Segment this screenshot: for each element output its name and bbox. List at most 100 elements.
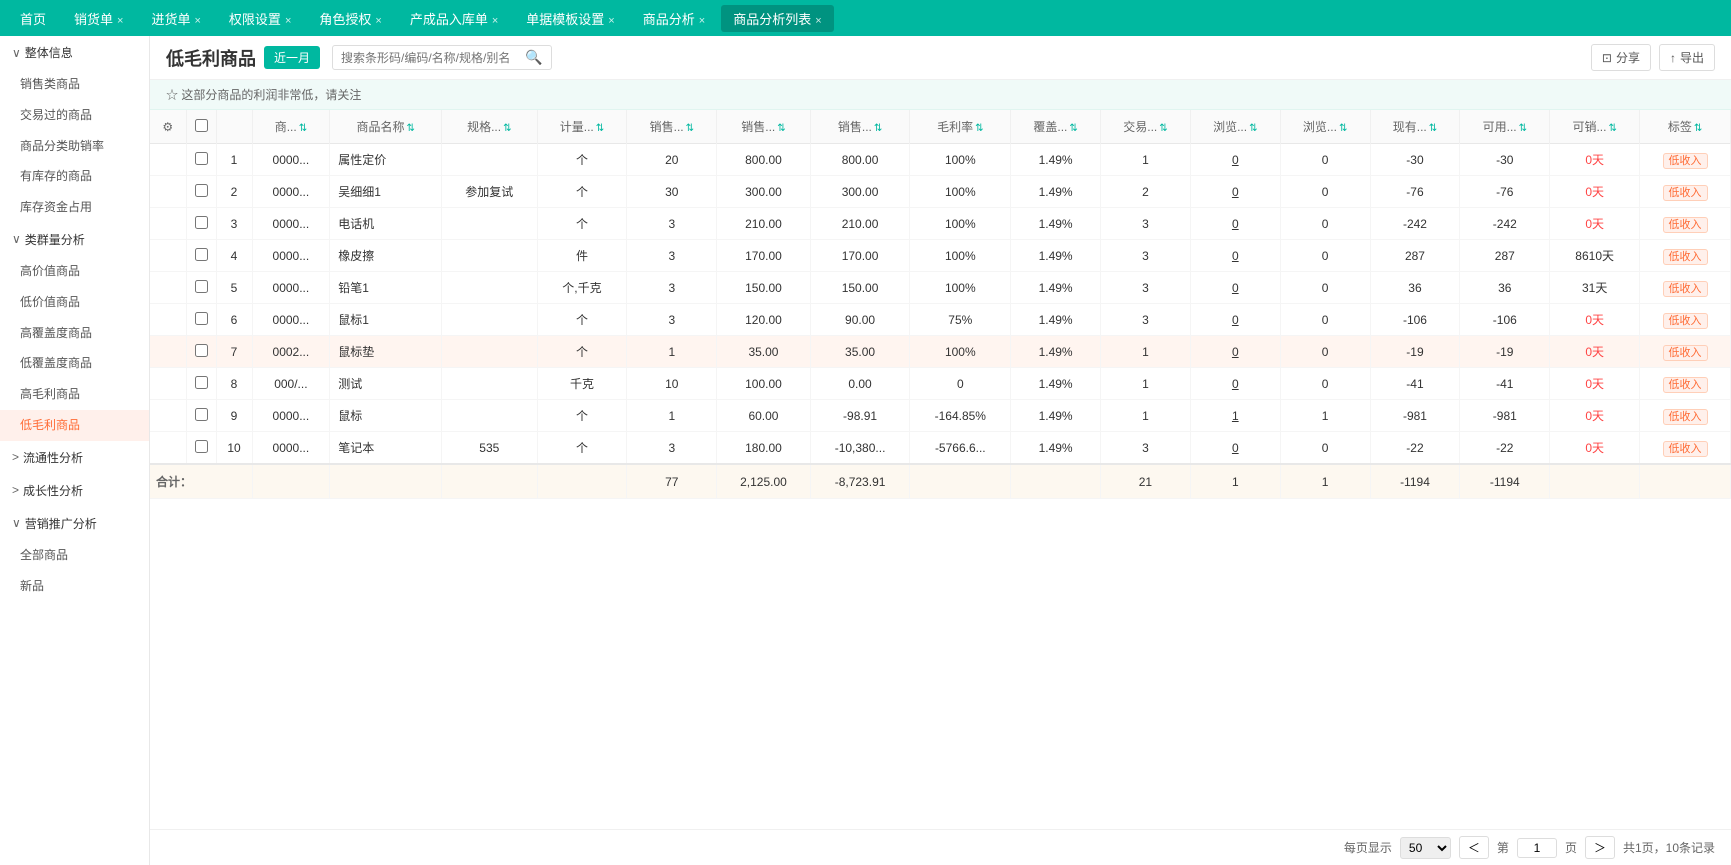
cell-checkbox[interactable]	[186, 336, 216, 368]
row-checkbox[interactable]	[195, 152, 208, 165]
cell-sales-amt: 210.00	[717, 208, 810, 240]
sidebar-item-high-coverage[interactable]: 高覆盖度商品	[0, 318, 149, 349]
sidebar-item-low-margin[interactable]: 低毛利商品	[0, 410, 149, 441]
sidebar-item-category-rate[interactable]: 商品分类助销率	[0, 131, 149, 162]
cell-checkbox[interactable]	[186, 240, 216, 272]
close-icon[interactable]: ×	[285, 15, 291, 27]
th-sales-cost[interactable]: 销售...⇅	[810, 110, 910, 144]
nav-template[interactable]: 单据模板设置×	[514, 5, 626, 32]
cell-spec: 参加复试	[442, 176, 538, 208]
th-unit[interactable]: 计量...⇅	[537, 110, 627, 144]
cell-saleable: 0天	[1550, 368, 1640, 400]
th-view2[interactable]: 浏览...⇅	[1280, 110, 1370, 144]
export-button[interactable]: ↑ 导出	[1659, 44, 1715, 71]
row-checkbox[interactable]	[195, 376, 208, 389]
cell-checkbox[interactable]	[186, 208, 216, 240]
date-filter-button[interactable]: 近一月	[264, 46, 320, 69]
cell-name: 鼠标1	[330, 304, 442, 336]
table-row: 6 0000... 鼠标1 个 3 120.00 90.00 75% 1.49%…	[150, 304, 1731, 336]
sidebar-item-sales-products[interactable]: 销售类商品	[0, 69, 149, 100]
th-spec[interactable]: 规格...⇅	[442, 110, 538, 144]
cell-checkbox[interactable]	[186, 144, 216, 176]
row-checkbox[interactable]	[195, 216, 208, 229]
select-all-checkbox[interactable]	[195, 119, 208, 132]
sidebar-item-high-margin[interactable]: 高毛利商品	[0, 379, 149, 410]
cell-sales-cost: -10,380...	[810, 432, 910, 465]
cell-txn: 3	[1101, 432, 1191, 465]
search-input[interactable]	[341, 51, 521, 65]
sidebar-item-new-products[interactable]: 新品	[0, 571, 149, 602]
th-gross-rate[interactable]: 毛利率⇅	[910, 110, 1011, 144]
nav-sales[interactable]: 销货单×	[62, 5, 135, 32]
th-txn[interactable]: 交易...⇅	[1101, 110, 1191, 144]
cell-checkbox[interactable]	[186, 272, 216, 304]
cell-checkbox[interactable]	[186, 176, 216, 208]
nav-product-entry[interactable]: 产成品入库单×	[398, 5, 510, 32]
th-sales-amt[interactable]: 销售...⇅	[717, 110, 810, 144]
th-available[interactable]: 可用...⇅	[1460, 110, 1550, 144]
cell-checkbox[interactable]	[186, 400, 216, 432]
page-number-input[interactable]	[1517, 838, 1557, 858]
sidebar-item-all-products[interactable]: 全部商品	[0, 540, 149, 571]
th-current[interactable]: 现有...⇅	[1370, 110, 1460, 144]
row-checkbox[interactable]	[195, 248, 208, 261]
nav-home[interactable]: 首页	[8, 5, 58, 32]
search-icon[interactable]: 🔍	[525, 49, 542, 66]
nav-product-analysis-list[interactable]: 商品分析列表×	[721, 5, 833, 32]
cell-checkbox[interactable]	[186, 432, 216, 465]
prev-page-button[interactable]: ＜	[1459, 836, 1489, 859]
nav-purchase[interactable]: 进货单×	[139, 5, 212, 32]
th-tag[interactable]: 标签⇅	[1640, 110, 1731, 144]
sidebar-item-in-stock[interactable]: 有库存的商品	[0, 161, 149, 192]
th-sales-qty[interactable]: 销售...⇅	[627, 110, 717, 144]
close-icon[interactable]: ×	[699, 15, 705, 27]
cell-coverage: 1.49%	[1011, 432, 1101, 465]
sidebar-item-high-value[interactable]: 高价值商品	[0, 256, 149, 287]
cell-tag: 低收入	[1640, 400, 1731, 432]
th-settings[interactable]: ⚙	[150, 110, 186, 144]
close-icon[interactable]: ×	[194, 15, 200, 27]
close-icon[interactable]: ×	[117, 15, 123, 27]
nav-permissions[interactable]: 权限设置×	[217, 5, 303, 32]
page-size-select[interactable]: 50 100 200	[1400, 837, 1451, 859]
table-row: 2 0000... 吴细细1 参加复试 个 30 300.00 300.00 1…	[150, 176, 1731, 208]
sidebar-group-cluster[interactable]: ∨ 类群量分析	[0, 223, 149, 256]
share-button[interactable]: ⊡ 分享	[1591, 44, 1651, 71]
table-row: 8 000/... 测试 千克 10 100.00 0.00 0 1.49% 1…	[150, 368, 1731, 400]
th-coverage[interactable]: 覆盖...⇅	[1011, 110, 1101, 144]
cell-unit: 个	[537, 304, 627, 336]
cell-current: 36	[1370, 272, 1460, 304]
row-checkbox[interactable]	[195, 440, 208, 453]
close-icon[interactable]: ×	[492, 15, 498, 27]
row-checkbox[interactable]	[195, 344, 208, 357]
row-checkbox[interactable]	[195, 280, 208, 293]
close-icon[interactable]: ×	[815, 15, 821, 27]
nav-product-analysis[interactable]: 商品分析×	[631, 5, 717, 32]
row-checkbox[interactable]	[195, 312, 208, 325]
sidebar-item-low-value[interactable]: 低价值商品	[0, 287, 149, 318]
cell-checkbox[interactable]	[186, 304, 216, 336]
cell-view1: 0	[1190, 176, 1280, 208]
sidebar-group-growth[interactable]: > 成长性分析	[0, 474, 149, 507]
tag-badge: 低收入	[1663, 409, 1708, 425]
close-icon[interactable]: ×	[608, 15, 614, 27]
nav-roles[interactable]: 角色授权×	[307, 5, 393, 32]
sidebar-item-capital[interactable]: 库存资金占用	[0, 192, 149, 223]
sidebar-group-circulation[interactable]: > 流通性分析	[0, 441, 149, 474]
th-name[interactable]: 商品名称⇅	[330, 110, 442, 144]
cell-txn: 2	[1101, 176, 1191, 208]
row-checkbox[interactable]	[195, 184, 208, 197]
sidebar-item-traded-products[interactable]: 交易过的商品	[0, 100, 149, 131]
sidebar-item-low-coverage[interactable]: 低覆盖度商品	[0, 348, 149, 379]
cell-view1: 0	[1190, 304, 1280, 336]
next-page-button[interactable]: ＞	[1585, 836, 1615, 859]
th-saleable[interactable]: 可销...⇅	[1550, 110, 1640, 144]
sidebar-group-marketing[interactable]: ∨ 营销推广分析	[0, 507, 149, 540]
th-view1[interactable]: 浏览...⇅	[1190, 110, 1280, 144]
cell-sales-amt: 800.00	[717, 144, 810, 176]
close-icon[interactable]: ×	[375, 15, 381, 27]
cell-checkbox[interactable]	[186, 368, 216, 400]
sidebar-group-overview[interactable]: ∨ 整体信息	[0, 36, 149, 69]
row-checkbox[interactable]	[195, 408, 208, 421]
th-code[interactable]: 商...⇅	[252, 110, 330, 144]
